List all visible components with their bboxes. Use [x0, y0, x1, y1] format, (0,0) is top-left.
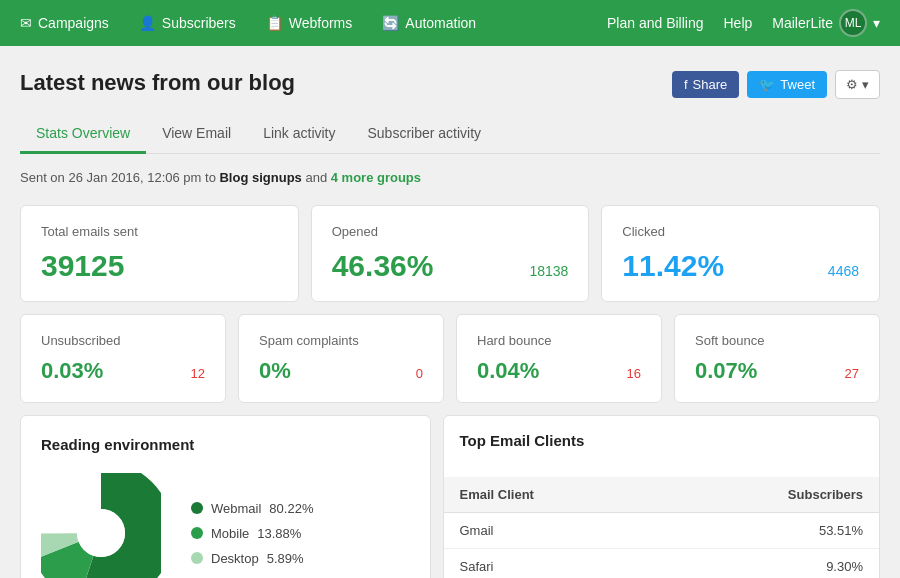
stat-hard-bounce: Hard bounce 0.04% 16 — [456, 314, 662, 403]
nav-left: ✉ Campaigns 👤 Subscribers 📋 Webforms 🔄 A… — [20, 15, 476, 31]
automation-icon: 🔄 — [382, 15, 399, 31]
nav-help[interactable]: Help — [724, 15, 753, 31]
page-header: Latest news from our blog f Share 🐦 Twee… — [20, 70, 880, 99]
tab-view-email[interactable]: View Email — [146, 115, 247, 154]
stat-clicked: Clicked 11.42% 4468 — [601, 205, 880, 302]
subscribers-icon: 👤 — [139, 15, 156, 31]
share-icon: f — [684, 77, 688, 92]
stat-soft-bounce: Soft bounce 0.07% 27 — [674, 314, 880, 403]
more-groups: 4 more groups — [331, 170, 421, 185]
table-row: Safari 9.30% — [444, 549, 880, 579]
nav-right: Plan and Billing Help MailerLite ML ▾ — [607, 9, 880, 37]
sent-group: Blog signups — [219, 170, 301, 185]
stat-unsubscribed: Unsubscribed 0.03% 12 — [20, 314, 226, 403]
client-name: Gmail — [444, 513, 681, 549]
client-pct: 53.51% — [681, 513, 879, 549]
nav-subscribers[interactable]: 👤 Subscribers — [139, 15, 236, 31]
nav-webforms[interactable]: 📋 Webforms — [266, 15, 353, 31]
reading-environment-card: Reading environment Webmail — [20, 415, 431, 578]
legend-mobile: Mobile 13.88% — [191, 526, 313, 541]
sent-info: Sent on 26 Jan 2016, 12:06 pm to Blog si… — [20, 170, 880, 185]
nav-plan-billing[interactable]: Plan and Billing — [607, 15, 704, 31]
unsubscribed-count: 12 — [191, 366, 205, 381]
legend-webmail: Webmail 80.22% — [191, 501, 313, 516]
opened-count: 18138 — [529, 263, 568, 279]
client-name: Safari — [444, 549, 681, 579]
stat-spam-complaints: Spam complaints 0% 0 — [238, 314, 444, 403]
soft-bounce-count: 27 — [845, 366, 859, 381]
pie-area: Webmail 80.22% Mobile 13.88% Desktop 5.8… — [41, 473, 410, 578]
desktop-dot — [191, 552, 203, 564]
tab-stats-overview[interactable]: Stats Overview — [20, 115, 146, 154]
chevron-down-icon: ▾ — [873, 15, 880, 31]
nav-campaigns[interactable]: ✉ Campaigns — [20, 15, 109, 31]
spam-count: 0 — [416, 366, 423, 381]
stats-row-2: Unsubscribed 0.03% 12 Spam complaints 0%… — [20, 314, 880, 403]
email-clients-card: Top Email Clients Email Client Subscribe… — [443, 415, 881, 578]
tab-subscriber-activity[interactable]: Subscriber activity — [352, 115, 498, 154]
legend-desktop: Desktop 5.89% — [191, 551, 313, 566]
clicked-count: 4468 — [828, 263, 859, 279]
main-content: Latest news from our blog f Share 🐦 Twee… — [0, 46, 900, 578]
pie-chart — [41, 473, 161, 578]
stat-total-sent: Total emails sent 39125 — [20, 205, 299, 302]
main-nav: ✉ Campaigns 👤 Subscribers 📋 Webforms 🔄 A… — [0, 0, 900, 46]
bottom-row: Reading environment Webmail — [20, 415, 880, 578]
mobile-dot — [191, 527, 203, 539]
hard-bounce-count: 16 — [627, 366, 641, 381]
col-email-client: Email Client — [444, 477, 681, 513]
page-title: Latest news from our blog — [20, 70, 295, 96]
svg-point-3 — [77, 509, 125, 557]
client-pct: 9.30% — [681, 549, 879, 579]
stat-opened: Opened 46.36% 18138 — [311, 205, 590, 302]
chevron-down-icon: ▾ — [862, 77, 869, 92]
share-button[interactable]: f Share — [672, 71, 739, 98]
webmail-dot — [191, 502, 203, 514]
tweet-button[interactable]: 🐦 Tweet — [747, 71, 827, 98]
mail-icon: ✉ — [20, 15, 32, 31]
header-actions: f Share 🐦 Tweet ⚙ ▾ — [672, 70, 880, 99]
webforms-icon: 📋 — [266, 15, 283, 31]
pie-legend: Webmail 80.22% Mobile 13.88% Desktop 5.8… — [191, 501, 313, 566]
user-menu[interactable]: MailerLite ML ▾ — [772, 9, 880, 37]
tab-link-activity[interactable]: Link activity — [247, 115, 351, 154]
col-subscribers: Subscribers — [681, 477, 879, 513]
tabs-bar: Stats Overview View Email Link activity … — [20, 115, 880, 154]
table-row: Gmail 53.51% — [444, 513, 880, 549]
settings-button[interactable]: ⚙ ▾ — [835, 70, 880, 99]
stats-row-1: Total emails sent 39125 Opened 46.36% 18… — [20, 205, 880, 302]
email-clients-table: Email Client Subscribers Gmail 53.51% Sa… — [444, 477, 880, 578]
twitter-icon: 🐦 — [759, 77, 775, 92]
nav-automation[interactable]: 🔄 Automation — [382, 15, 476, 31]
gear-icon: ⚙ — [846, 77, 858, 92]
user-avatar: ML — [839, 9, 867, 37]
